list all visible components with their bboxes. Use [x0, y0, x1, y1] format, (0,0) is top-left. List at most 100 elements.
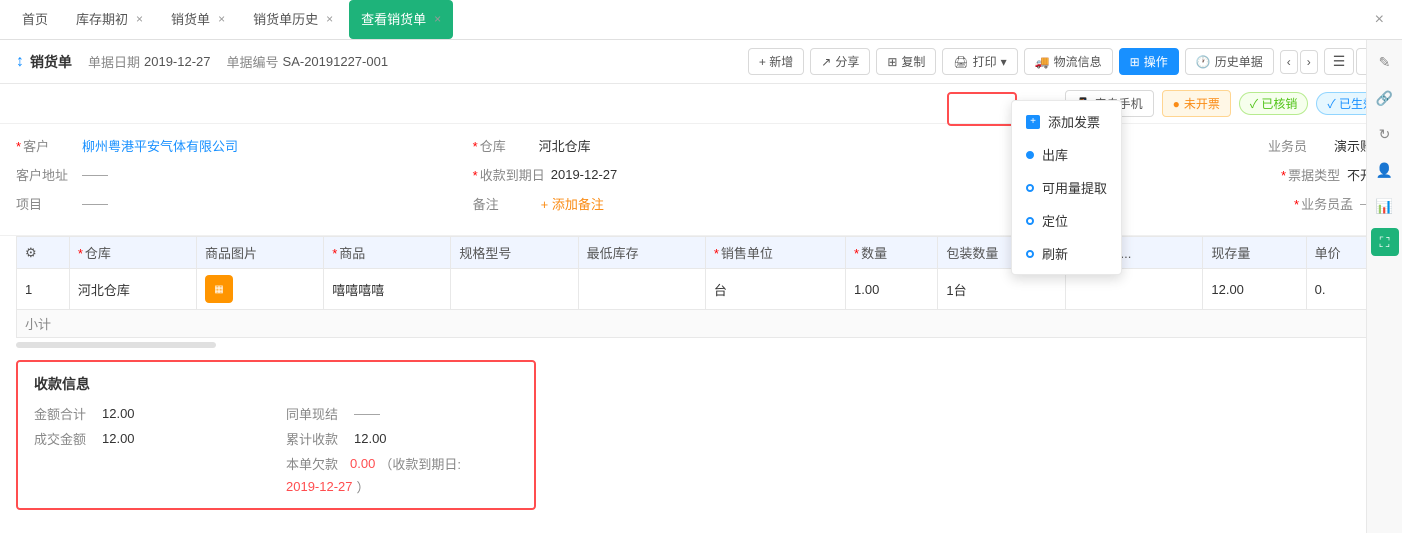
- address-field: 客户地址 ——: [16, 165, 473, 184]
- row-product-image: ▦: [197, 269, 324, 310]
- row-index: 1: [17, 269, 70, 310]
- cumulative-label: 累计收款: [286, 429, 346, 448]
- operations-dropdown: + 添加发票 出库 可用量提取 定位 刷新: [1011, 100, 1122, 275]
- add-note-button[interactable]: + 添加备注: [539, 194, 604, 213]
- copy-button[interactable]: ⊞ 复制: [876, 48, 936, 75]
- tab-inventory-init-label: 库存期初: [76, 9, 128, 28]
- project-field: 项目 ——: [16, 194, 473, 213]
- tab-inventory-init[interactable]: 库存期初 ×: [64, 0, 155, 39]
- customer-value[interactable]: 柳州粤港平安气体有限公司: [82, 136, 238, 155]
- transaction-amount-row: 成交金额 12.00: [34, 429, 266, 448]
- dropdown-available-qty[interactable]: 可用量提取: [1012, 171, 1121, 204]
- col-sku: 规格型号: [451, 237, 578, 269]
- logistics-button[interactable]: 🚚 物流信息: [1024, 48, 1113, 75]
- operations-button[interactable]: ⊞ 操作: [1119, 48, 1179, 75]
- new-button[interactable]: + 新增: [748, 48, 804, 75]
- form-section: 客户 柳州粤港平安气体有限公司 仓库 河北仓库 业务员 演示账号 客户地址 ——: [0, 124, 1402, 236]
- print-dropdown-arrow: ▾: [1001, 55, 1007, 69]
- refresh-label: 刷新: [1042, 244, 1068, 263]
- single-settlement-label: 同单现结: [286, 404, 346, 423]
- total-amount-value: 12.00: [102, 406, 135, 421]
- dropdown-add-invoice[interactable]: + 添加发票: [1012, 105, 1121, 138]
- ticket-type-field: 票据类型 不开票: [929, 165, 1386, 184]
- row-warehouse: 河北仓库: [69, 269, 196, 310]
- arrears-row: 本单欠款 0.00 （收款到期日: 2019-12-27 ）: [286, 454, 518, 496]
- address-label: 客户地址: [16, 165, 76, 184]
- view-list-button[interactable]: ☰: [1324, 48, 1355, 75]
- close-window-button[interactable]: ×: [1367, 7, 1392, 33]
- col-quantity: 数量: [846, 237, 938, 269]
- dropdown-refresh[interactable]: 刷新: [1012, 237, 1121, 270]
- effective-check-icon: ✓: [1327, 97, 1335, 111]
- outbound-label: 出库: [1042, 145, 1068, 164]
- table-section: ⚙ 仓库 商品图片 商品 规格型号 最低库存 销售单位 数量 包装数量 可用量 …: [0, 236, 1402, 348]
- tab-sales-history-label: 销货单历史: [253, 9, 318, 28]
- panel-user-button[interactable]: 👤: [1371, 156, 1399, 184]
- col-sales-unit: 销售单位: [705, 237, 845, 269]
- share-button[interactable]: ↗ 分享: [810, 48, 870, 75]
- customer-field: 客户 柳州粤港平安气体有限公司: [16, 136, 473, 155]
- logistics-icon: 🚚: [1035, 55, 1050, 69]
- document-meta: 单据日期 2019-12-27 单据编号 SA-20191227-001: [88, 52, 388, 71]
- payment-section: 收款信息 金额合计 12.00 同单现结 —— 成交金额 12.00 累计收款 …: [16, 360, 536, 510]
- not-opened-button[interactable]: ● 未开票: [1162, 90, 1231, 117]
- tab-view-sales-close[interactable]: ×: [434, 12, 441, 26]
- tab-inventory-init-close[interactable]: ×: [136, 12, 143, 26]
- panel-chart-button[interactable]: 📊: [1371, 192, 1399, 220]
- tab-sales-history[interactable]: 销货单历史 ×: [241, 0, 345, 39]
- row-sku: [451, 269, 578, 310]
- action-row: 📱 来自手机 ● 未开票 ✓ 已核销 ✓ 已生效: [0, 84, 1402, 124]
- doc-number-label: 单据编号: [227, 52, 279, 71]
- due-date-hint-date: 2019-12-27: [286, 479, 353, 494]
- product-thumbnail: ▦: [205, 275, 233, 303]
- tab-sales-order[interactable]: 销货单 ×: [159, 0, 237, 39]
- tab-sales-order-close[interactable]: ×: [218, 12, 225, 26]
- transaction-amount-label: 成交金额: [34, 429, 94, 448]
- single-settlement-row: 同单现结 ——: [286, 404, 518, 423]
- products-table: ⚙ 仓库 商品图片 商品 规格型号 最低库存 销售单位 数量 包装数量 可用量 …: [16, 236, 1386, 338]
- panel-expand-button[interactable]: ⛶: [1371, 228, 1399, 256]
- nav-prev-button[interactable]: ‹: [1280, 50, 1298, 74]
- nav-next-button[interactable]: ›: [1300, 50, 1318, 74]
- tab-home-label: 首页: [22, 9, 48, 28]
- cumulative-value: 12.00: [354, 431, 387, 446]
- dropdown-locate[interactable]: 定位: [1012, 204, 1121, 237]
- tab-home[interactable]: 首页: [10, 0, 60, 39]
- available-qty-label: 可用量提取: [1042, 178, 1107, 197]
- col-settings[interactable]: ⚙: [17, 237, 70, 269]
- history-button[interactable]: 🕐 历史单据: [1185, 48, 1274, 75]
- share-icon: ↗: [821, 55, 831, 69]
- warehouse-field: 仓库 河北仓库: [473, 136, 930, 155]
- main-content: ↕ 销货单 单据日期 2019-12-27 单据编号 SA-20191227-0…: [0, 40, 1402, 533]
- horizontal-scrollbar[interactable]: [16, 342, 216, 348]
- payment-title: 收款信息: [34, 374, 518, 394]
- doc-date-value: 2019-12-27: [144, 54, 211, 69]
- doc-number-field: 单据编号 SA-20191227-001: [227, 52, 389, 71]
- doc-number-value: SA-20191227-001: [283, 54, 389, 69]
- single-settlement-value: ——: [354, 406, 380, 421]
- col-min-stock: 最低库存: [578, 237, 705, 269]
- tab-view-sales[interactable]: 查看销货单 ×: [349, 0, 453, 39]
- dropdown-outbound[interactable]: 出库: [1012, 138, 1121, 171]
- add-invoice-label: 添加发票: [1048, 112, 1100, 131]
- payment-grid: 金额合计 12.00 同单现结 —— 成交金额 12.00 累计收款 12.00: [34, 404, 518, 496]
- table-row: 1 河北仓库 ▦ 嘻嘻嘻嘻 台 1.00 1台: [17, 269, 1386, 310]
- warehouse-label: 仓库: [473, 136, 533, 155]
- total-amount-row: 金额合计 12.00: [34, 404, 266, 423]
- check-icon: ✓: [1250, 97, 1258, 111]
- panel-rotate-button[interactable]: ↻: [1371, 120, 1399, 148]
- due-date-hint: （收款到期日:: [379, 454, 461, 473]
- print-icon: 🖨: [953, 55, 968, 69]
- panel-link-button[interactable]: 🔗: [1371, 84, 1399, 112]
- locate-icon: [1026, 217, 1034, 225]
- tab-sales-history-close[interactable]: ×: [326, 12, 333, 26]
- arrears-value: 0.00: [350, 456, 375, 471]
- operations-icon: ⊞: [1130, 55, 1140, 69]
- add-invoice-icon: +: [1026, 115, 1040, 129]
- col-warehouse: 仓库: [69, 237, 196, 269]
- print-button[interactable]: 🖨 打印 ▾: [942, 48, 1017, 75]
- col-product: 商品: [324, 237, 451, 269]
- ticket-icon: ●: [1173, 97, 1180, 111]
- panel-edit-button[interactable]: ✎: [1371, 48, 1399, 76]
- sales-staff-field: 业务员孟 ——: [929, 194, 1386, 213]
